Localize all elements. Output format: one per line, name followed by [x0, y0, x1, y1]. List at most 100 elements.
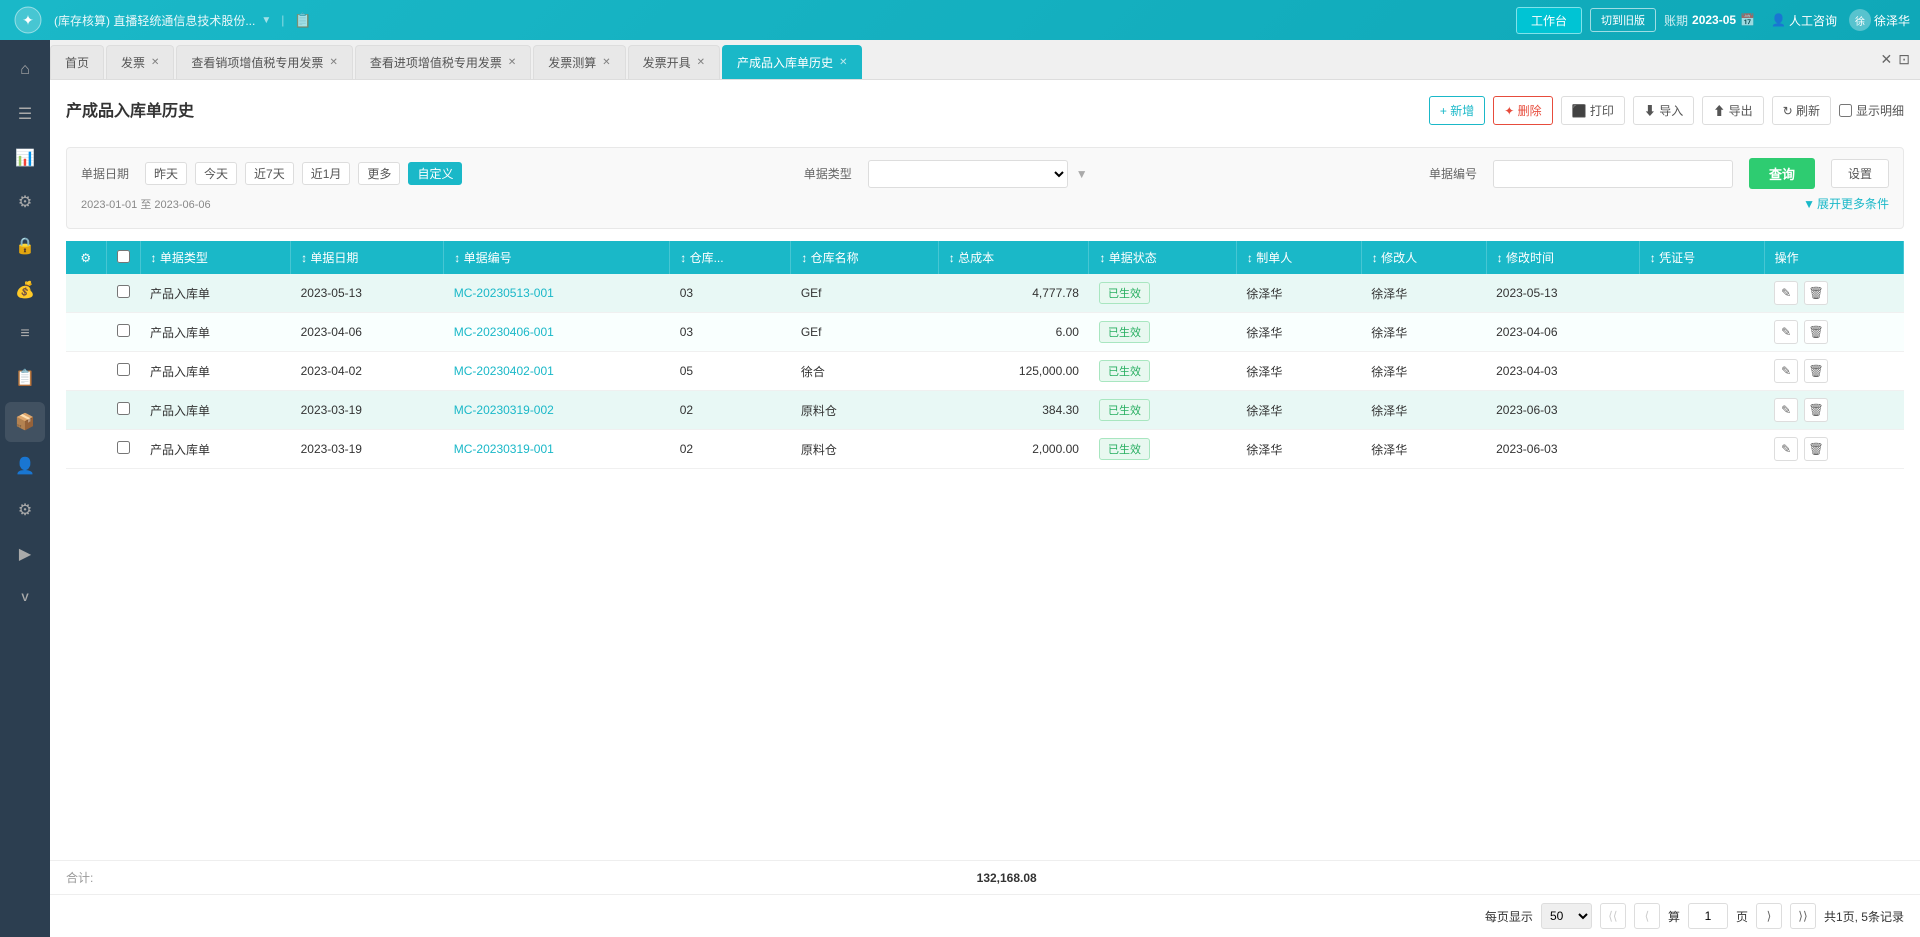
print-button[interactable]: ⬛ 打印 [1561, 96, 1625, 125]
import-button[interactable]: ⬇ 导入 [1633, 96, 1694, 125]
row-edit-btn[interactable]: ✎ [1774, 281, 1798, 305]
page-suffix: 页 [1736, 908, 1748, 925]
per-page-select[interactable]: 50 20 100 [1541, 903, 1592, 929]
row-delete-btn[interactable]: 🗑 [1804, 437, 1828, 461]
sidebar-item-settings[interactable]: ⚙ [5, 182, 45, 222]
row-edit-btn[interactable]: ✎ [1774, 437, 1798, 461]
row-checkbox[interactable] [106, 274, 140, 313]
search-button[interactable]: 查询 [1749, 158, 1815, 189]
row-checkbox[interactable] [106, 430, 140, 469]
tab-close-invoice[interactable]: ✕ [151, 57, 159, 68]
date-today-btn[interactable]: 今天 [195, 162, 237, 185]
row-code-link[interactable]: MC-20230402-001 [454, 364, 554, 378]
row-modifier: 徐泽华 [1361, 274, 1486, 313]
sidebar-item-list[interactable]: ≡ [5, 314, 45, 354]
show-detail-label[interactable]: 显示明细 [1839, 102, 1904, 119]
expand-btn[interactable]: ▼ 展开更多条件 [1803, 195, 1889, 212]
tab-invoice-calc[interactable]: 发票测算 ✕ [533, 45, 625, 79]
sidebar-item-user[interactable]: 👤 [5, 446, 45, 486]
row-total-cost: 125,000.00 [938, 352, 1089, 391]
next-page-btn[interactable]: ⟩ [1756, 903, 1782, 929]
row-voucher [1639, 430, 1764, 469]
select-all-checkbox[interactable] [117, 250, 130, 263]
tab-check-sales-vat[interactable]: 查看销项增值税专用发票 ✕ [176, 45, 352, 79]
tab-close-all-button[interactable]: ✕ [1881, 51, 1893, 68]
row-delete-btn[interactable]: 🗑 [1804, 398, 1828, 422]
num-filter-input[interactable] [1493, 160, 1733, 188]
sidebar-item-play[interactable]: ▶ [5, 534, 45, 574]
sidebar-item-doc[interactable]: ☰ [5, 94, 45, 134]
row-select-checkbox[interactable] [117, 363, 130, 376]
row-code-link[interactable]: MC-20230319-002 [454, 403, 554, 417]
first-page-btn[interactable]: ⟨⟨ [1600, 903, 1626, 929]
prev-page-btn[interactable]: ⟨ [1634, 903, 1660, 929]
row-checkbox[interactable] [106, 313, 140, 352]
sidebar-item-vip[interactable]: V [5, 578, 45, 618]
row-checkbox[interactable] [106, 352, 140, 391]
date-1month-btn[interactable]: 近1月 [302, 162, 351, 185]
help-btn[interactable]: 👤 人工咨询 [1771, 12, 1837, 29]
row-actions: ✎ 🗑 [1764, 274, 1903, 313]
row-delete-btn[interactable]: 🗑 [1804, 281, 1828, 305]
new-button[interactable]: + 新增 [1429, 96, 1485, 125]
delete-button[interactable]: ✦ 删除 [1493, 96, 1552, 125]
tab-close-check-sales-vat[interactable]: ✕ [329, 57, 337, 68]
tab-maximize-button[interactable]: ⊡ [1898, 51, 1910, 68]
tab-product-history[interactable]: 产成品入库单历史 ✕ [722, 45, 862, 79]
row-code[interactable]: MC-20230513-001 [444, 274, 670, 313]
row-select-checkbox[interactable] [117, 441, 130, 454]
sidebar: ⌂ ☰ 📊 ⚙ 🔒 💰 ≡ 📋 📦 👤 ⚙ ▶ V [0, 40, 50, 937]
checkbox-col-header[interactable] [106, 241, 140, 274]
refresh-button[interactable]: ↻ 刷新 [1772, 96, 1831, 125]
sidebar-item-home[interactable]: ⌂ [5, 50, 45, 90]
row-code[interactable]: MC-20230319-002 [444, 391, 670, 430]
row-code-link[interactable]: MC-20230513-001 [454, 286, 554, 300]
show-detail-checkbox[interactable] [1839, 104, 1852, 117]
date-custom-btn[interactable]: 自定义 [408, 162, 462, 185]
sidebar-item-money[interactable]: 💰 [5, 270, 45, 310]
tab-close-product-history[interactable]: ✕ [839, 57, 847, 68]
tab-check-purchase-vat[interactable]: 查看进项增值税专用发票 ✕ [355, 45, 531, 79]
date-more-btn[interactable]: 更多 [358, 162, 400, 185]
workbench-button[interactable]: 工作台 [1516, 7, 1582, 34]
sidebar-item-inventory[interactable]: 📦 [5, 402, 45, 442]
sidebar-item-chart[interactable]: 📊 [5, 138, 45, 178]
col-modify-time: ↕ 修改时间 [1486, 241, 1639, 274]
type-filter-select[interactable] [868, 160, 1068, 188]
row-delete-btn[interactable]: 🗑 [1804, 359, 1828, 383]
row-code-link[interactable]: MC-20230406-001 [454, 325, 554, 339]
tab-invoice-issue[interactable]: 发票开具 ✕ [628, 45, 720, 79]
page-input[interactable] [1688, 903, 1728, 929]
export-button[interactable]: ⬆ 导出 [1702, 96, 1763, 125]
date-7days-btn[interactable]: 近7天 [245, 162, 294, 185]
sidebar-item-lock[interactable]: 🔒 [5, 226, 45, 266]
row-code[interactable]: MC-20230319-001 [444, 430, 670, 469]
tab-home[interactable]: 首页 [50, 45, 104, 79]
sidebar-item-cog[interactable]: ⚙ [5, 490, 45, 530]
row-delete-btn[interactable]: 🗑 [1804, 320, 1828, 344]
row-edit-btn[interactable]: ✎ [1774, 398, 1798, 422]
row-select-checkbox[interactable] [117, 324, 130, 337]
row-select-checkbox[interactable] [117, 285, 130, 298]
row-code[interactable]: MC-20230402-001 [444, 352, 670, 391]
tab-close-invoice-issue[interactable]: ✕ [697, 57, 705, 68]
row-checkbox[interactable] [106, 391, 140, 430]
date-yesterday-btn[interactable]: 昨天 [145, 162, 187, 185]
svg-text:✦: ✦ [22, 12, 34, 28]
date-options: 昨天 今天 近7天 近1月 更多 自定义 [145, 162, 462, 185]
switch-version-button[interactable]: 切到旧版 [1590, 8, 1656, 32]
row-select-checkbox[interactable] [117, 402, 130, 415]
setting-button[interactable]: 设置 [1831, 159, 1889, 188]
tab-close-invoice-calc[interactable]: ✕ [602, 57, 610, 68]
tab-close-check-purchase-vat[interactable]: ✕ [508, 57, 516, 68]
last-page-btn[interactable]: ⟩⟩ [1790, 903, 1816, 929]
tab-invoice[interactable]: 发票 ✕ [106, 45, 174, 79]
row-code[interactable]: MC-20230406-001 [444, 313, 670, 352]
row-code-link[interactable]: MC-20230319-001 [454, 442, 554, 456]
settings-col-header[interactable]: ⚙ [66, 241, 106, 274]
row-edit-btn[interactable]: ✎ [1774, 359, 1798, 383]
row-edit-btn[interactable]: ✎ [1774, 320, 1798, 344]
user-info[interactable]: 徐 徐泽华 [1849, 9, 1910, 31]
sidebar-item-clipboard[interactable]: 📋 [5, 358, 45, 398]
table-body: 产品入库单 2023-05-13 MC-20230513-001 03 GEf … [66, 274, 1904, 469]
